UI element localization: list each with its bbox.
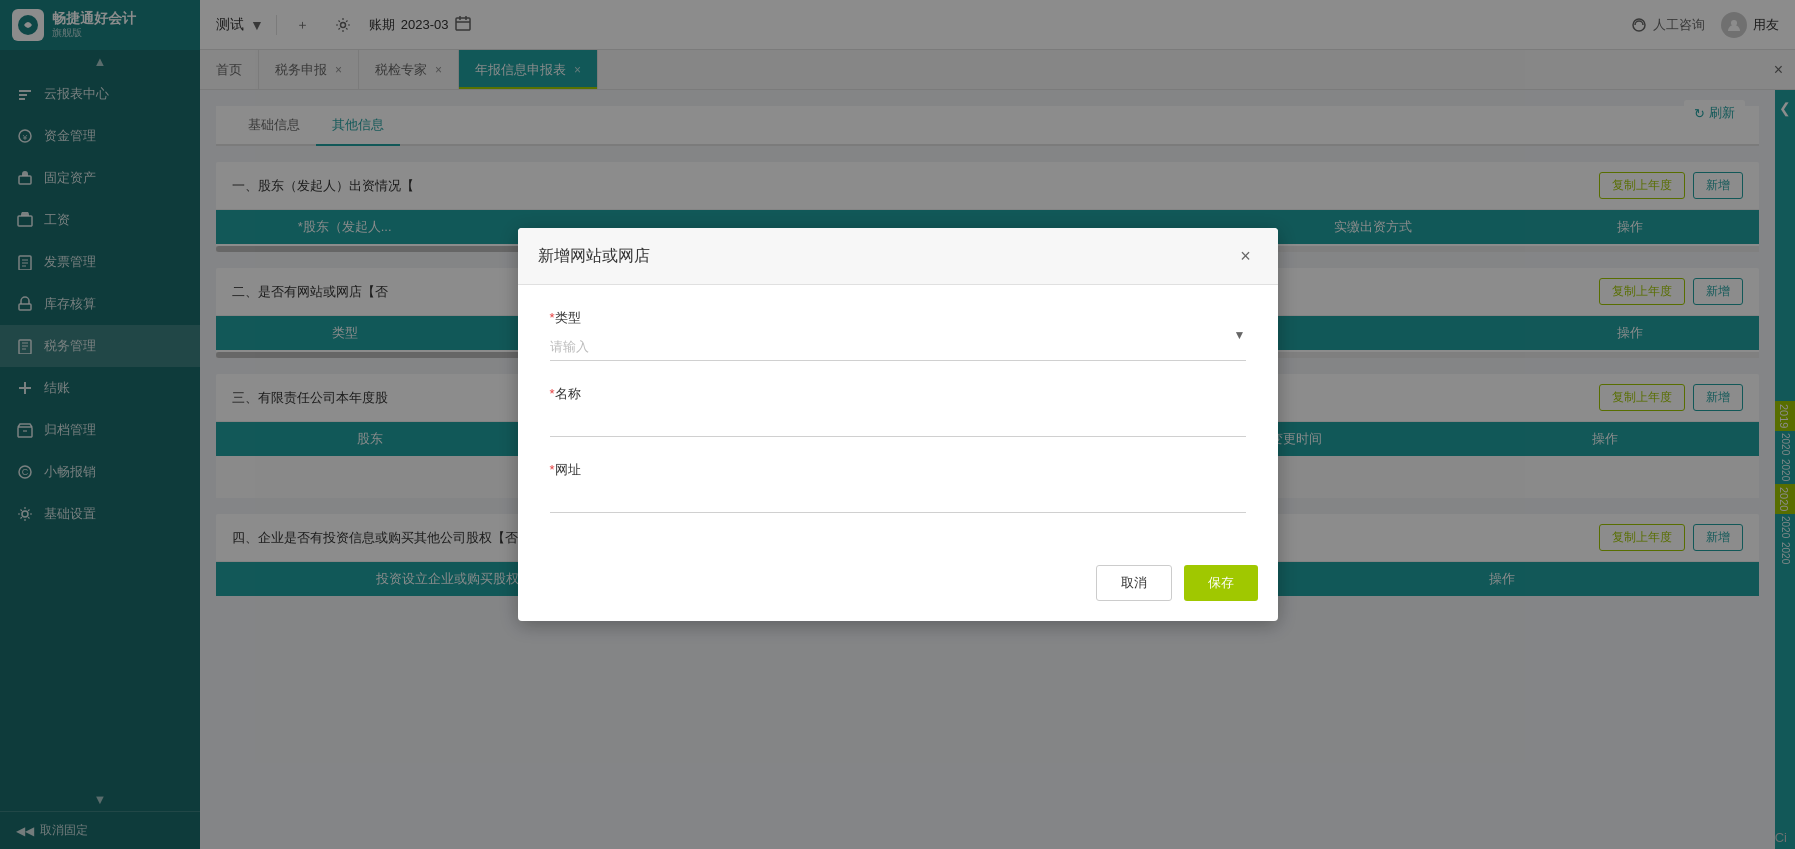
dialog-footer: 取消 保存 — [518, 553, 1278, 621]
dialog-title: 新增网站或网店 — [538, 246, 650, 267]
form-label-url: *网址 — [550, 461, 1246, 479]
type-input[interactable] — [550, 333, 1246, 361]
close-icon: × — [1240, 246, 1251, 267]
name-input[interactable] — [550, 409, 1246, 437]
dialog-body: *类型 ▼ *名称 *网址 — [518, 285, 1278, 553]
save-button[interactable]: 保存 — [1184, 565, 1258, 601]
cancel-button[interactable]: 取消 — [1096, 565, 1172, 601]
form-label-name: *名称 — [550, 385, 1246, 403]
dialog-close-button[interactable]: × — [1234, 244, 1258, 268]
dialog-header: 新增网站或网店 × — [518, 228, 1278, 285]
form-field-url: *网址 — [550, 461, 1246, 513]
form-field-name: *名称 — [550, 385, 1246, 437]
url-input[interactable] — [550, 485, 1246, 513]
form-select-type-wrapper: *类型 ▼ — [550, 309, 1246, 361]
form-label-type: *类型 — [550, 309, 1246, 327]
name-label-text: 名称 — [555, 386, 581, 401]
url-label-text: 网址 — [555, 462, 581, 477]
dialog-overlay: 新增网站或网店 × *类型 ▼ *名称 — [0, 0, 1795, 849]
form-field-type: *类型 ▼ — [550, 309, 1246, 361]
type-label-text: 类型 — [555, 310, 581, 325]
dialog-add-website: 新增网站或网店 × *类型 ▼ *名称 — [518, 228, 1278, 621]
